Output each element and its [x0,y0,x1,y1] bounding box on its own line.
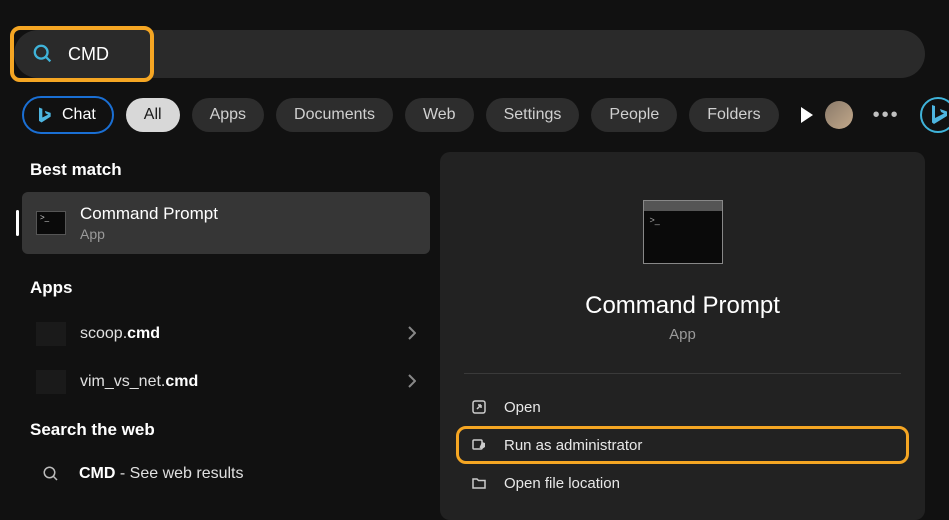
search-icon [32,43,54,65]
action-label: Open file location [504,475,620,492]
tab-documents[interactable]: Documents [276,98,393,132]
web-result-label: CMD - See web results [79,465,416,483]
folder-icon [470,474,488,492]
preview-subtitle: App [669,326,696,343]
chevron-right-icon [408,374,416,391]
bing-icon [34,105,54,125]
user-avatar[interactable] [825,101,853,129]
action-run-as-admin[interactable]: Run as administrator [456,426,909,464]
file-icon [36,322,66,346]
tab-people[interactable]: People [591,98,677,132]
action-label: Run as administrator [504,437,642,454]
web-result[interactable]: CMD - See web results [22,452,430,496]
divider [464,373,901,374]
search-web-heading: Search the web [22,420,430,440]
open-icon [470,398,488,416]
file-icon [36,370,66,394]
app-result-label: vim_vs_net.cmd [80,373,394,391]
results-panel: Best match Command Prompt App Apps scoop… [22,160,430,496]
action-open-file-location[interactable]: Open file location [456,464,909,502]
tab-settings[interactable]: Settings [486,98,580,132]
command-prompt-icon [36,211,66,235]
search-input[interactable] [68,44,268,65]
more-options-icon[interactable]: ••• [873,104,900,127]
action-label: Open [504,399,541,416]
app-result-label: scoop.cmd [80,325,394,343]
best-match-subtitle: App [80,226,218,242]
search-box[interactable] [14,30,925,78]
apps-heading: Apps [22,278,430,298]
chevron-right-icon [408,326,416,343]
tab-chat-label: Chat [62,106,96,124]
tab-web[interactable]: Web [405,98,474,132]
more-tabs-arrow-icon[interactable] [801,107,813,123]
tab-folders[interactable]: Folders [689,98,778,132]
preview-panel: Command Prompt App Open Run as administr… [440,152,925,520]
tab-chat[interactable]: Chat [22,96,114,134]
app-result-scoop[interactable]: scoop.cmd [22,310,430,358]
bing-chat-icon[interactable] [920,97,949,133]
command-prompt-large-icon [643,200,723,264]
app-result-vim[interactable]: vim_vs_net.cmd [22,358,430,406]
preview-title: Command Prompt [585,292,780,320]
best-match-result[interactable]: Command Prompt App [22,192,430,254]
action-open[interactable]: Open [456,388,909,426]
tab-all[interactable]: All [126,98,180,132]
search-icon [41,464,61,484]
admin-shield-icon [470,436,488,454]
filter-tabs: Chat All Apps Documents Web Settings Peo… [22,96,927,134]
tab-apps[interactable]: Apps [192,98,264,132]
best-match-heading: Best match [22,160,430,180]
best-match-title: Command Prompt [80,204,218,224]
